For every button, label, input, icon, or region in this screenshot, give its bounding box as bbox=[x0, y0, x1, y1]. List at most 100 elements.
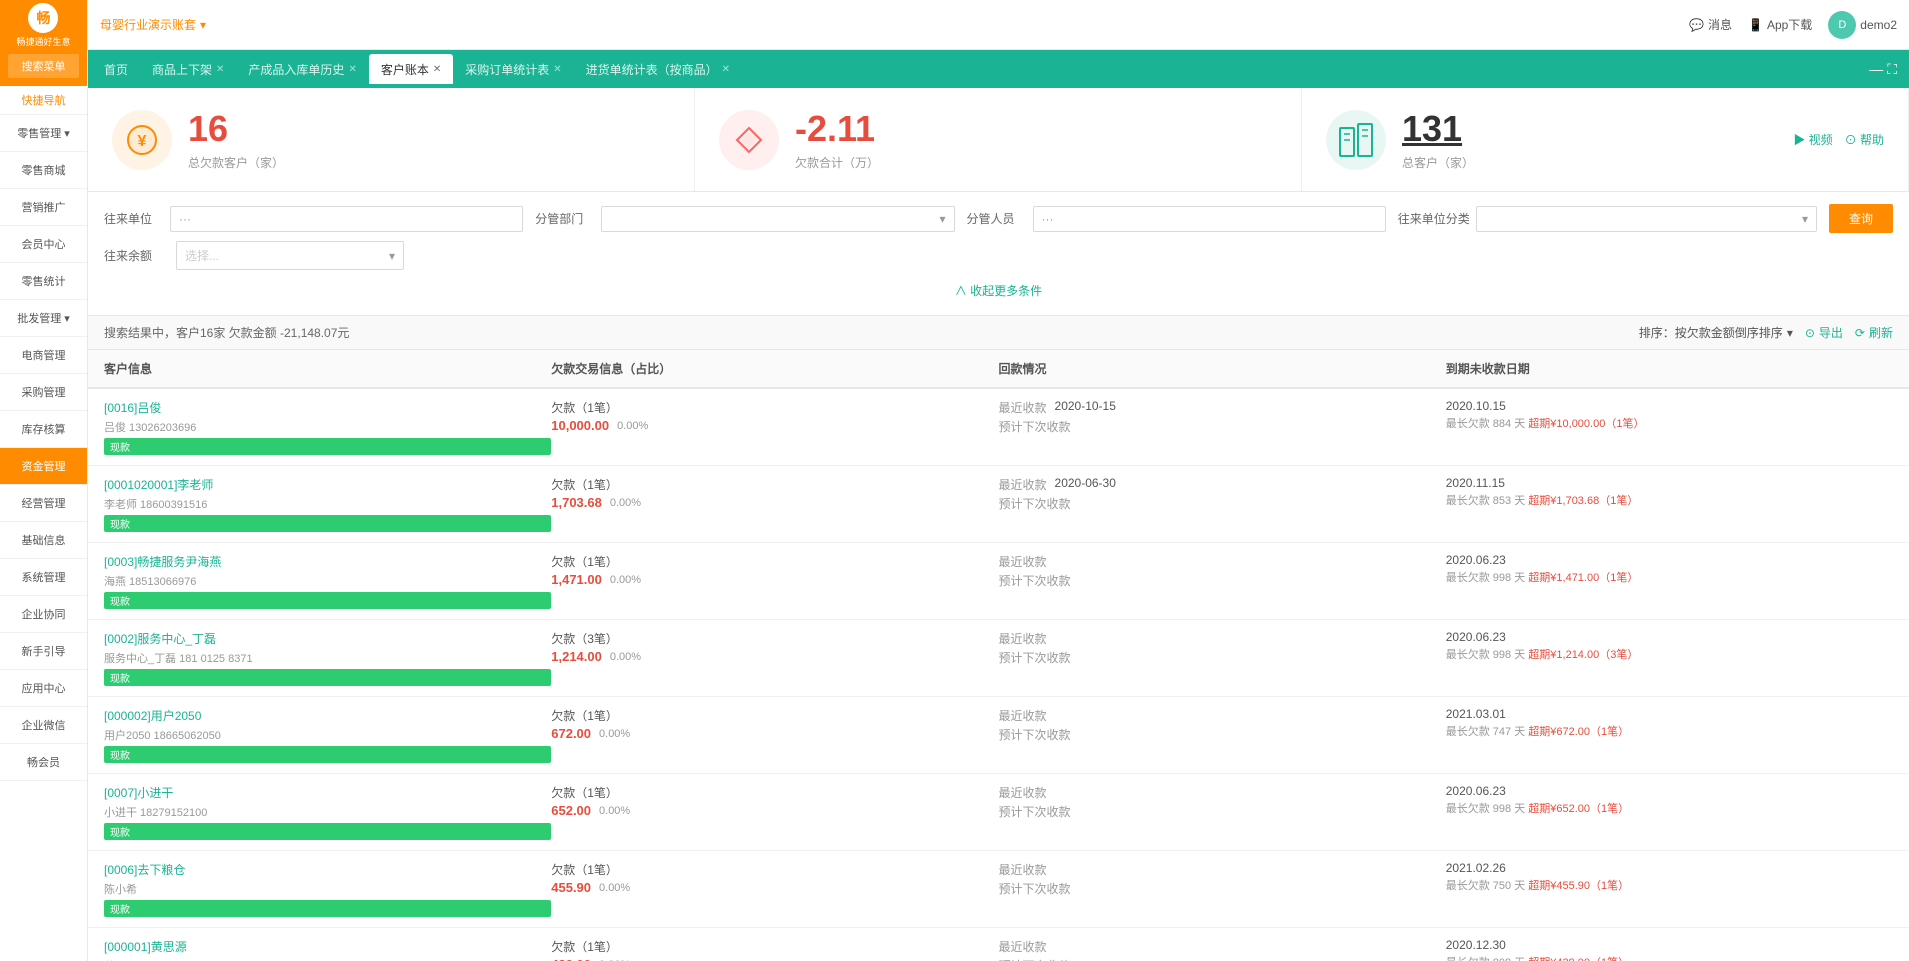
tab-purchase-stat-by-product[interactable]: 进货单统计表（按商品） ✕ bbox=[574, 54, 742, 84]
refresh-btn[interactable]: ⟳ 刷新 bbox=[1855, 324, 1893, 341]
debt-amount-000001[interactable]: 429.00 bbox=[551, 957, 591, 961]
sidebar-item-new-guide[interactable]: 新手引导 bbox=[0, 633, 87, 670]
app-download-btn[interactable]: 📱 App下载 bbox=[1748, 16, 1812, 33]
next-collection-row-000002: 预计下次收款 bbox=[999, 726, 1446, 743]
overdue-amount-000001[interactable]: 超期¥429.00（1笔） bbox=[1528, 957, 1629, 961]
next-collection-row-0006: 预计下次收款 bbox=[999, 880, 1446, 897]
collapse-icon: ∧ bbox=[955, 284, 967, 298]
customer-name-0002[interactable]: [0002]服务中心_丁磊 bbox=[104, 630, 551, 647]
finance-label: 资金管理 bbox=[4, 458, 83, 474]
debt-amount-0016[interactable]: 10,000.00 bbox=[551, 418, 609, 433]
sidebar-item-retail-mgmt[interactable]: 零售管理 ▾ bbox=[0, 115, 87, 152]
collapse-label: 收起更多条件 bbox=[970, 284, 1042, 298]
sidebar-item-batch-mgmt[interactable]: 批发管理 ▾ bbox=[0, 300, 87, 337]
overdue-amount-0006[interactable]: 超期¥455.90（1笔） bbox=[1528, 880, 1629, 892]
sidebar-item-ops-mgmt[interactable]: 经营管理 bbox=[0, 485, 87, 522]
tab-prod-history-close[interactable]: ✕ bbox=[348, 64, 356, 75]
collection-info-0006: 最近收款 预计下次收款 bbox=[999, 861, 1446, 897]
unit-classify-select[interactable]: ▾ bbox=[1476, 206, 1817, 232]
tab-home[interactable]: 首页 bbox=[92, 54, 140, 84]
tab-customer-account-label: 客户账本 bbox=[381, 61, 429, 78]
overdue-date-0003: 2020.06.23 bbox=[1446, 553, 1893, 567]
overdue-amount-000002[interactable]: 超期¥672.00（1笔） bbox=[1528, 726, 1629, 738]
sort-btn[interactable]: 排序：按欠款金额倒序排序 ▾ bbox=[1639, 324, 1793, 341]
video-btn[interactable]: ▶ 视频 bbox=[1793, 131, 1832, 148]
main-area: 母婴行业演示账套 ▾ 💬 消息 📱 App下载 D demo2 bbox=[88, 0, 1909, 961]
search-menu-button[interactable]: 搜索菜单 bbox=[8, 54, 79, 78]
debt-amount-000002[interactable]: 672.00 bbox=[551, 726, 591, 741]
collapse-row[interactable]: ∧ 收起更多条件 bbox=[104, 278, 1893, 303]
overdue-amount-00010200001[interactable]: 超期¥1,703.68（1笔） bbox=[1528, 495, 1638, 507]
tab-customer-account[interactable]: 客户账本 ✕ bbox=[369, 54, 453, 84]
export-btn[interactable]: ⊙ 导出 bbox=[1805, 324, 1843, 341]
sidebar-item-retail-mall[interactable]: 零售商城 bbox=[0, 152, 87, 189]
message-btn[interactable]: 💬 消息 bbox=[1689, 16, 1732, 33]
debt-amount-0002[interactable]: 1,214.00 bbox=[551, 649, 602, 664]
app-download-label: App下载 bbox=[1767, 16, 1812, 33]
balance-select[interactable]: 选择... ▾ bbox=[176, 241, 404, 270]
help-btn[interactable]: ⊙ 帮助 bbox=[1845, 131, 1884, 148]
refresh-icon: ⟳ bbox=[1855, 326, 1865, 340]
sidebar-item-sys-mgmt[interactable]: 系统管理 bbox=[0, 559, 87, 596]
overdue-amount-0016[interactable]: 超期¥10,000.00（1笔） bbox=[1528, 418, 1644, 430]
sidebar-item-corp-coop[interactable]: 企业协同 bbox=[0, 596, 87, 633]
dept-select[interactable]: ▾ bbox=[601, 206, 954, 232]
debt-amount-0003[interactable]: 1,471.00 bbox=[551, 572, 602, 587]
overdue-date-000001: 2020.12.30 bbox=[1446, 938, 1893, 952]
overdue-info-0006: 2021.02.26 最长欠款 750 天 超期¥455.90（1笔） bbox=[1446, 861, 1893, 893]
overdue-detail-0003: 最长欠款 998 天 超期¥1,471.00（1笔） bbox=[1446, 569, 1893, 585]
sidebar-item-ecom-mgmt[interactable]: 电商管理 bbox=[0, 337, 87, 374]
next-collection-row-00010200001: 预计下次收款 bbox=[999, 495, 1446, 512]
sidebar-item-inventory[interactable]: 库存核算 bbox=[0, 411, 87, 448]
tabs-minimize-btn[interactable]: — bbox=[1869, 61, 1883, 77]
sidebar-item-app-center[interactable]: 应用中心 bbox=[0, 670, 87, 707]
from-unit-input[interactable]: ··· bbox=[170, 206, 523, 232]
sidebar-item-marketing[interactable]: 营销推广 bbox=[0, 189, 87, 226]
customer-name-000002[interactable]: [000002]用户2050 bbox=[104, 707, 551, 724]
user-menu[interactable]: D demo2 bbox=[1828, 11, 1897, 39]
dropdown-icon[interactable]: ▾ bbox=[200, 18, 206, 32]
sidebar-item-corp-wx[interactable]: 企业微信 bbox=[0, 707, 87, 744]
overdue-info-000002: 2021.03.01 最长欠款 747 天 超期¥672.00（1笔） bbox=[1446, 707, 1893, 739]
tab-customer-account-close[interactable]: ✕ bbox=[433, 64, 441, 75]
from-unit-dots: ··· bbox=[179, 212, 191, 226]
sidebar-item-purchase-mgmt[interactable]: 采购管理 bbox=[0, 374, 87, 411]
debt-amount-00010200001[interactable]: 1,703.68 bbox=[551, 495, 602, 510]
purchase-mgmt-label: 采购管理 bbox=[4, 384, 83, 400]
sidebar-item-vip-member[interactable]: 畅会员 bbox=[0, 744, 87, 781]
total-customers-value[interactable]: 131 bbox=[1402, 108, 1777, 150]
overdue-amount-0007[interactable]: 超期¥652.00（1笔） bbox=[1528, 803, 1629, 815]
tabs-maximize-btn[interactable]: ⛶ bbox=[1887, 61, 1897, 78]
debt-info-000002: 欠款（1笔） 672.00 0.00% bbox=[551, 707, 998, 741]
customer-name-0003[interactable]: [0003]畅捷服务尹海燕 bbox=[104, 553, 551, 570]
overdue-amount-0003[interactable]: 超期¥1,471.00（1笔） bbox=[1528, 572, 1638, 584]
customer-meta-0016: 吕俊 13026203696 bbox=[104, 419, 551, 435]
quick-nav[interactable]: 快捷导航 bbox=[0, 86, 87, 115]
from-unit-label: 往来单位 bbox=[104, 210, 164, 227]
collection-info-00010200001: 最近收款 2020-06-30 预计下次收款 bbox=[999, 476, 1446, 512]
topbar-right: 💬 消息 📱 App下载 D demo2 bbox=[1689, 11, 1897, 39]
tab-product-on-off-close[interactable]: ✕ bbox=[216, 64, 224, 75]
debt-amount-0007[interactable]: 652.00 bbox=[551, 803, 591, 818]
overdue-amount-0002[interactable]: 超期¥1,214.00（3笔） bbox=[1528, 649, 1638, 661]
sidebar-item-member[interactable]: 会员中心 bbox=[0, 226, 87, 263]
sidebar-item-finance[interactable]: 资金管理 bbox=[0, 448, 87, 485]
customer-tag-0003: 现款 bbox=[104, 592, 551, 609]
customer-name-0007[interactable]: [0007]小进干 bbox=[104, 784, 551, 801]
debt-row-0006: 455.90 0.00% bbox=[551, 880, 998, 895]
tab-purchase-stat-by-product-close[interactable]: ✕ bbox=[722, 64, 730, 75]
tab-purchase-order-stat[interactable]: 采购订单统计表 ✕ bbox=[453, 54, 573, 84]
sidebar-item-basic-info[interactable]: 基础信息 bbox=[0, 522, 87, 559]
tab-purchase-order-stat-close[interactable]: ✕ bbox=[553, 64, 561, 75]
customer-name-00010200001[interactable]: [0001020001]李老师 bbox=[104, 476, 551, 493]
tab-prod-history[interactable]: 产成品入库单历史 ✕ bbox=[236, 54, 368, 84]
tab-product-on-off[interactable]: 商品上下架 ✕ bbox=[140, 54, 236, 84]
customer-name-0006[interactable]: [0006]去下粮仓 bbox=[104, 861, 551, 878]
person-input[interactable]: ··· bbox=[1033, 206, 1386, 232]
total-customers-icon bbox=[1326, 110, 1386, 170]
customer-name-0016[interactable]: [0016]吕俊 bbox=[104, 399, 551, 416]
sidebar-item-retail-stat[interactable]: 零售统计 bbox=[0, 263, 87, 300]
debt-amount-0006[interactable]: 455.90 bbox=[551, 880, 591, 895]
customer-name-000001[interactable]: [000001]黄思源 bbox=[104, 938, 551, 955]
search-button[interactable]: 查询 bbox=[1829, 204, 1893, 233]
